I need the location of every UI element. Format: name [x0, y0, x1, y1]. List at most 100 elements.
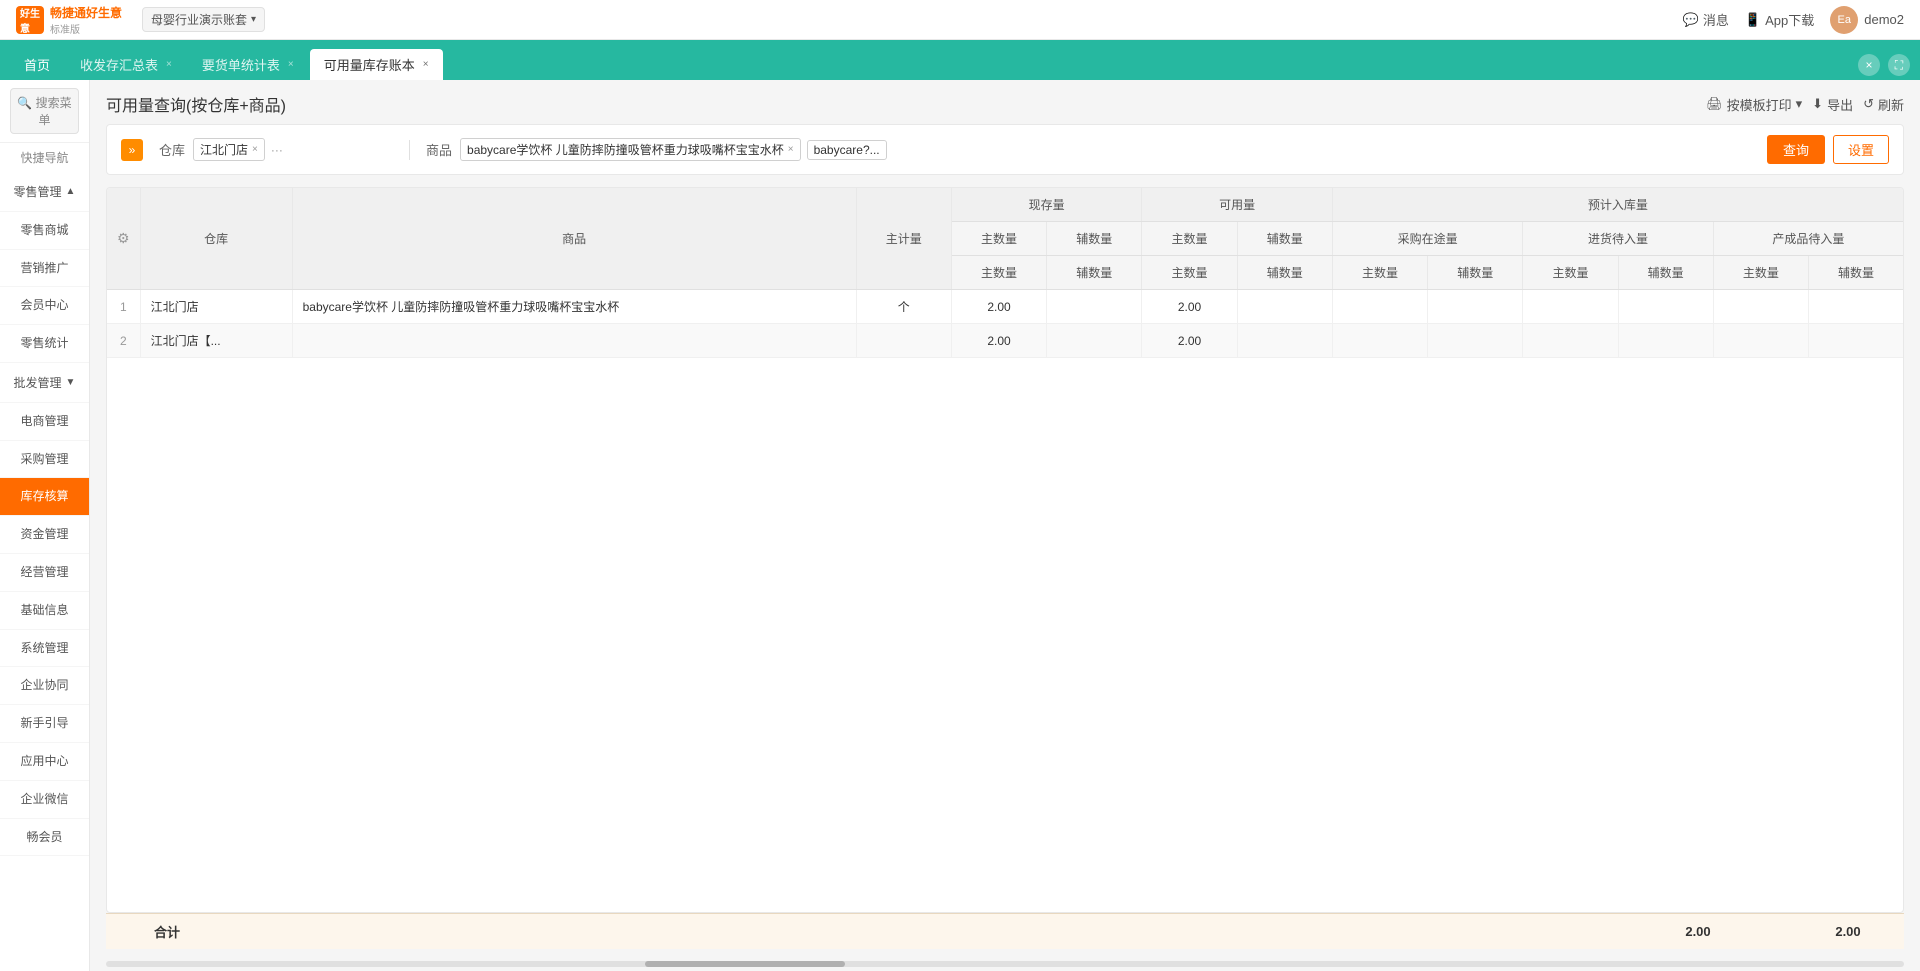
sidebar-item-marketing[interactable]: 营销推广 [0, 250, 89, 288]
available-stock-tab-close[interactable]: × [423, 59, 429, 70]
message-btn[interactable]: 💬 消息 [1683, 10, 1729, 29]
warehouse-filter-group: 仓库 江北门店 × ··· [159, 138, 393, 161]
workspace-name: 母婴行业演示账套 [151, 11, 247, 28]
tab-home[interactable]: 首页 [10, 49, 64, 80]
search-label: 搜索菜单 [36, 96, 72, 127]
warehouse-tag-label: 江北门店 [200, 141, 248, 158]
sidebar-item-app-center[interactable]: 应用中心 [0, 743, 89, 781]
sidebar-item-retail-stats[interactable]: 零售统计 [0, 325, 89, 363]
user-area[interactable]: Ea demo2 [1830, 6, 1904, 34]
sidebar-item-purchase[interactable]: 采购管理 [0, 441, 89, 479]
data-table: ⚙ 仓库 商品 主计量 现存量 可用量 预计入库量 主数量 辅数量 主数量 辅数… [107, 188, 1903, 358]
row-2-production-aux [1809, 324, 1903, 358]
tab-order-stats[interactable]: 要货单统计表 × [188, 49, 308, 80]
filter-bar: » 仓库 江北门店 × ··· 商品 babycare学饮杯 儿童防摔防撞吸管杯… [106, 124, 1904, 175]
subgroup-purchase-header: 采购在途量 [1332, 222, 1522, 256]
filter-toggle-btn[interactable]: » [121, 139, 143, 161]
order-stats-tab-label: 要货单统计表 [202, 55, 280, 74]
sidebar: 🔍 搜索菜单 快捷导航 零售管理 ▲ 零售商城 营销推广 会员中心 零售统计 [0, 80, 90, 971]
table-container: ⚙ 仓库 商品 主计量 现存量 可用量 预计入库量 主数量 辅数量 主数量 辅数… [106, 187, 1904, 913]
sidebar-item-member[interactable]: 会员中心 [0, 287, 89, 325]
sidebar-item-new-guide[interactable]: 新手引导 [0, 705, 89, 743]
sidebar-item-wholesale[interactable]: 批发管理 ▼ [0, 363, 89, 403]
wholesale-expand-icon: ▼ [66, 377, 76, 388]
sidebar-search-section: 🔍 搜索菜单 [0, 80, 89, 143]
col-available-main-qty: 主数量 [1142, 256, 1237, 290]
sidebar-search-btn[interactable]: 🔍 搜索菜单 [10, 88, 79, 134]
col-warehouse-header: 仓库 [140, 188, 292, 290]
product-tag-2-label: babycare?... [814, 143, 880, 157]
sidebar-item-vip[interactable]: 畅会员 [0, 819, 89, 857]
print-chevron-icon: ▾ [1796, 96, 1803, 112]
row-1-purchase-main [1332, 290, 1427, 324]
order-stats-tab-close[interactable]: × [288, 59, 294, 70]
col-current-aux-qty: 辅数量 [1047, 256, 1142, 290]
nav-fullscreen-btn[interactable]: ⛶ [1888, 54, 1910, 76]
sidebar-item-finance[interactable]: 资金管理 [0, 516, 89, 554]
vip-label: 畅会员 [26, 830, 62, 844]
product-tag-2[interactable]: babycare?... [807, 140, 887, 160]
page-title: 可用量查询(按仓库+商品) [106, 92, 286, 116]
workspace-selector[interactable]: 母婴行业演示账套 ▾ [142, 7, 265, 32]
product-tag-1[interactable]: babycare学饮杯 儿童防摔防撞吸管杯重力球吸嘴杯宝宝水杯 × [460, 138, 801, 161]
col-purchase-aux-qty: 辅数量 [1428, 256, 1523, 290]
retail-mgmt-expand-icon: ▲ [66, 186, 76, 197]
horizontal-scrollbar[interactable] [106, 961, 1904, 967]
sidebar-item-ecommerce[interactable]: 电商管理 [0, 403, 89, 441]
receive-tab-close[interactable]: × [166, 59, 172, 70]
row-2-purchase-main [1332, 324, 1427, 358]
export-btn[interactable]: ⬇ 导出 [1812, 95, 1853, 114]
sidebar-item-operations[interactable]: 经营管理 [0, 554, 89, 592]
product-filter-tags: babycare学饮杯 儿童防摔防撞吸管杯重力球吸嘴杯宝宝水杯 × babyca… [460, 138, 887, 161]
row-2-product [292, 324, 856, 358]
table-settings-icon[interactable]: ⚙ [117, 230, 130, 246]
message-icon: 💬 [1683, 12, 1699, 28]
finance-label: 资金管理 [20, 527, 68, 541]
warehouse-filter-tags: 江北门店 × ··· [193, 138, 393, 161]
sidebar-item-enterprise-wx[interactable]: 企业微信 [0, 781, 89, 819]
product-tag-1-close-icon[interactable]: × [788, 144, 794, 155]
total-available-main: 2.00 [1808, 924, 1888, 939]
nav-right-btns: × ⛶ [1858, 54, 1910, 80]
subgroup-incoming-header: 进货待入量 [1523, 222, 1713, 256]
row-2-production-main [1713, 324, 1808, 358]
enterprise-label: 企业协同 [20, 678, 68, 692]
sidebar-item-basic-info[interactable]: 基础信息 [0, 592, 89, 630]
nav-close-btn[interactable]: × [1858, 54, 1880, 76]
product-tag-1-label: babycare学饮杯 儿童防摔防撞吸管杯重力球吸嘴杯宝宝水杯 [467, 141, 784, 158]
col-purchase-main-qty: 主数量 [1332, 256, 1427, 290]
scroll-thumb[interactable] [645, 961, 845, 967]
setting-button[interactable]: 设置 [1833, 135, 1889, 164]
row-2-available-aux [1237, 324, 1332, 358]
print-btn[interactable]: 🖨 按模板打印 ▾ [1706, 95, 1802, 114]
top-bar-right: 💬 消息 📱 App下载 Ea demo2 [1683, 6, 1904, 34]
query-button[interactable]: 查询 [1767, 135, 1825, 164]
refresh-btn[interactable]: ↺ 刷新 [1863, 95, 1904, 114]
group-available-header: 可用量 [1142, 188, 1332, 222]
sidebar-item-retail-mall[interactable]: 零售商城 [0, 212, 89, 250]
col-current-main-qty: 主数量 [951, 256, 1046, 290]
col-settings-header[interactable]: ⚙ [107, 188, 140, 290]
warehouse-more-icon[interactable]: ··· [271, 143, 283, 157]
sidebar-item-enterprise[interactable]: 企业协同 [0, 667, 89, 705]
search-icon: 🔍 [17, 96, 32, 110]
tab-receive[interactable]: 收发存汇总表 × [66, 49, 186, 80]
app-download-btn[interactable]: 📱 App下载 [1745, 10, 1814, 29]
logo-area: 好生意 畅捷通好生意 标准版 [16, 4, 122, 36]
warehouse-tag-close-icon[interactable]: × [252, 144, 258, 155]
row-1-num: 1 [107, 290, 140, 324]
sidebar-item-sys-mgmt[interactable]: 系统管理 [0, 630, 89, 668]
row-1-unit: 个 [856, 290, 951, 324]
inventory-label: 库存核算 [20, 489, 68, 503]
filter-actions: 查询 设置 [1767, 135, 1889, 164]
download-label: App下载 [1765, 10, 1814, 29]
row-1-incoming-aux [1618, 290, 1713, 324]
sidebar-quick-nav[interactable]: 快捷导航 [0, 143, 89, 172]
sidebar-item-inventory[interactable]: 库存核算 [0, 478, 89, 516]
warehouse-tag[interactable]: 江北门店 × [193, 138, 265, 161]
sidebar-item-retail-mgmt[interactable]: 零售管理 ▲ [0, 172, 89, 212]
avatar: Ea [1830, 6, 1858, 34]
col-incoming-main-qty: 主数量 [1523, 256, 1618, 290]
warehouse-filter-label: 仓库 [159, 140, 185, 159]
tab-available-stock[interactable]: 可用量库存账本 × [310, 49, 443, 80]
